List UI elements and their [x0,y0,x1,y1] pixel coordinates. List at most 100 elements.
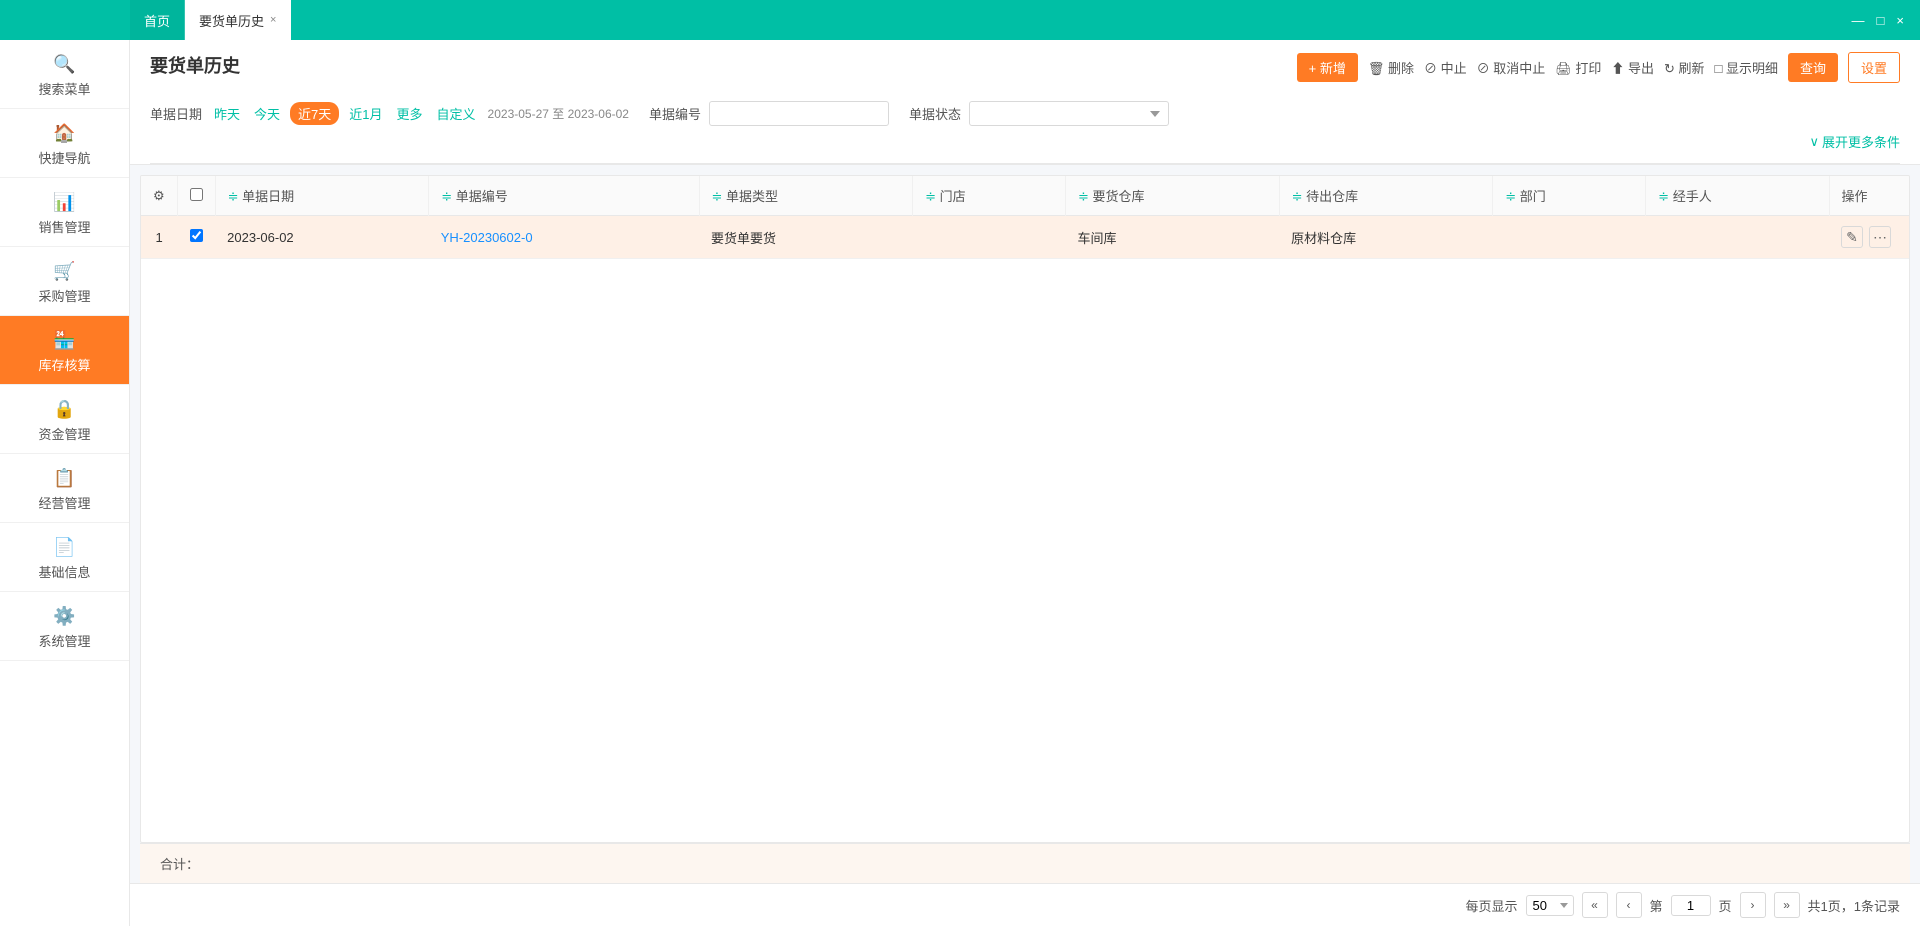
sidebar-item-operations-mgmt[interactable]: 📋 经营管理 [0,454,129,523]
tab-requisition-history[interactable]: 要货单历史 × [185,0,291,40]
more-icon[interactable]: ⋯ [1869,226,1891,248]
window-controls: — □ × [1852,0,1904,40]
tab-home-label: 首页 [144,11,170,30]
toolbar: + 新增 🗑 删除 ⊘ 中止 ⊘ 取消中止 🖨 打印 ⬆ 导出 ↻ 刷新 □ 显… [1297,52,1900,93]
page-size-select[interactable]: 10 20 50 100 [1526,895,1574,916]
sidebar-item-purchase-mgmt-label: 采购管理 [38,286,90,305]
shortcut-more[interactable]: 更多 [393,103,427,124]
sidebar-item-inventory-label: 库存核算 [38,355,90,374]
doc-number-input[interactable] [709,101,889,126]
new-button[interactable]: + 新增 [1297,53,1358,82]
sidebar-item-basic-info[interactable]: 📄 基础信息 [0,523,129,592]
minimize-btn[interactable]: — [1852,13,1865,28]
th-doc-type[interactable]: ≑ 单据类型 [699,176,913,216]
row-actions: ✎ ⋯ [1829,216,1909,259]
doc-status-label: 单据状态 [909,104,961,123]
doc-status-select[interactable]: 草稿 已审核 已中止 [969,101,1169,126]
th-handler[interactable]: ≑ 经手人 [1646,176,1829,216]
sales-mgmt-icon: 📊 [53,192,75,213]
maximize-btn[interactable]: □ [1877,13,1885,28]
close-tab-icon[interactable]: × [270,14,276,26]
sidebar-item-quick-nav-label: 快捷导航 [38,148,90,167]
cancel-stop-button[interactable]: ⊘ 取消中止 [1477,58,1546,77]
sidebar-item-operations-mgmt-label: 经营管理 [38,493,90,512]
delete-button[interactable]: 🗑 删除 [1368,58,1414,77]
th-settings[interactable]: ⚙ [141,176,177,216]
shortcut-today[interactable]: 今天 [250,103,284,124]
footer-summary: 合计： [140,843,1910,883]
th-pending-warehouse[interactable]: ≑ 待出仓库 [1279,176,1493,216]
summary-label: 合计： [160,857,199,872]
top-bar: 首页 要货单历史 × — □ × [0,0,1920,40]
sidebar-item-sales-mgmt[interactable]: 📊 销售管理 [0,178,129,247]
filter-row: 单据日期 昨天 今天 近7天 近1月 更多 自定义 2023-05-27 至 2… [150,101,1900,126]
sidebar-item-system-mgmt[interactable]: ⚙️ 系统管理 [0,592,129,661]
sidebar-item-quick-nav[interactable]: 🏠 快捷导航 [0,109,129,178]
edit-icon[interactable]: ✎ [1841,226,1863,248]
sidebar-item-sales-mgmt-label: 销售管理 [38,217,90,236]
th-doc-date[interactable]: ≑ 单据日期 [215,176,429,216]
th-actions: 操作 [1829,176,1909,216]
sidebar-item-purchase-mgmt[interactable]: 🛒 采购管理 [0,247,129,316]
th-req-warehouse[interactable]: ≑ 要货仓库 [1066,176,1280,216]
page-number-input[interactable] [1671,895,1711,916]
main-layout: 🔍 搜索菜单 🏠 快捷导航 📊 销售管理 🛒 采购管理 🏪 库存核算 🔒 资金管… [0,40,1920,926]
sidebar: 🔍 搜索菜单 🏠 快捷导航 📊 销售管理 🛒 采购管理 🏪 库存核算 🔒 资金管… [0,40,130,926]
stop-button[interactable]: ⊘ 中止 [1424,58,1467,77]
close-btn[interactable]: × [1896,13,1904,28]
th-department[interactable]: ≑ 部门 [1493,176,1646,216]
row-doc-number[interactable]: YH-20230602-0 [429,216,699,259]
th-store[interactable]: ≑ 门店 [913,176,1066,216]
filter-docstatus-group: 单据状态 草稿 已审核 已中止 [909,101,1169,126]
basic-info-icon: 📄 [53,537,75,558]
settings-button[interactable]: 设置 [1848,52,1900,83]
filter-date-group: 单据日期 昨天 今天 近7天 近1月 更多 自定义 2023-05-27 至 2… [150,102,629,125]
row-index: 1 [141,216,177,259]
purchase-mgmt-icon: 🛒 [53,261,75,282]
finance-mgmt-icon: 🔒 [53,399,75,420]
doc-number-link[interactable]: YH-20230602-0 [441,230,533,245]
sidebar-item-inventory[interactable]: 🏪 库存核算 [0,316,129,385]
export-button[interactable]: ⬆ 导出 [1611,58,1654,77]
system-mgmt-icon: ⚙️ [53,606,75,627]
page-header: 要货单历史 + 新增 🗑 删除 ⊘ 中止 ⊘ 取消中止 🖨 打印 ⬆ 导出 ↻ … [130,40,1920,165]
display-detail-button[interactable]: □ 显示明细 [1715,58,1778,77]
filter-docnumber-group: 单据编号 [649,101,889,126]
shortcut-7days[interactable]: 近7天 [290,102,339,125]
sidebar-item-system-mgmt-label: 系统管理 [38,631,90,650]
first-page-btn[interactable]: « [1582,892,1608,918]
shortcut-yesterday[interactable]: 昨天 [210,103,244,124]
filter-area: 单据日期 昨天 今天 近7天 近1月 更多 自定义 2023-05-27 至 2… [150,93,1900,164]
row-checkbox[interactable] [177,216,215,259]
next-page-btn[interactable]: › [1740,892,1766,918]
date-range-display: 2023-05-27 至 2023-06-02 [488,105,629,122]
select-all-checkbox[interactable] [190,188,203,201]
row-req-warehouse: 车间库 [1066,216,1280,259]
operations-mgmt-icon: 📋 [53,468,75,489]
date-filter-label: 单据日期 [150,104,202,123]
print-button[interactable]: 🖨 打印 [1555,58,1601,77]
sidebar-item-search-menu[interactable]: 🔍 搜索菜单 [0,40,129,109]
shortcut-1month[interactable]: 近1月 [345,103,386,124]
page-title: 要货单历史 [150,52,240,78]
expand-more-btn[interactable]: ∨ 展开更多条件 [1809,132,1900,151]
row-doc-date: 2023-06-02 [215,216,429,259]
sidebar-item-basic-info-label: 基础信息 [38,562,90,581]
row-store [913,216,1066,259]
tab-home[interactable]: 首页 [130,0,185,40]
row-select-checkbox[interactable] [190,229,203,242]
th-doc-number[interactable]: ≑ 单据编号 [429,176,699,216]
filter-sub-row: ∨ 展开更多条件 [150,132,1900,151]
th-checkbox [177,176,215,216]
page-label-before: 第 [1650,896,1663,915]
query-button[interactable]: 查询 [1788,53,1838,82]
sidebar-item-finance-mgmt[interactable]: 🔒 资金管理 [0,385,129,454]
last-page-btn[interactable]: » [1774,892,1800,918]
refresh-button[interactable]: ↻ 刷新 [1664,58,1705,77]
prev-page-btn[interactable]: ‹ [1616,892,1642,918]
doc-number-label: 单据编号 [649,104,701,123]
shortcut-custom[interactable]: 自定义 [433,103,480,124]
sidebar-item-search-menu-label: 搜索菜单 [38,79,90,98]
data-table: ⚙ ≑ 单据日期 ≑ 单据编号 ≑ 单据类型 ≑ 门店 ≑ 要货仓库 ≑ 待出仓… [141,176,1909,259]
pagination-bar: 每页显示 10 20 50 100 « ‹ 第 页 › » 共1页，1条记录 [130,883,1920,926]
